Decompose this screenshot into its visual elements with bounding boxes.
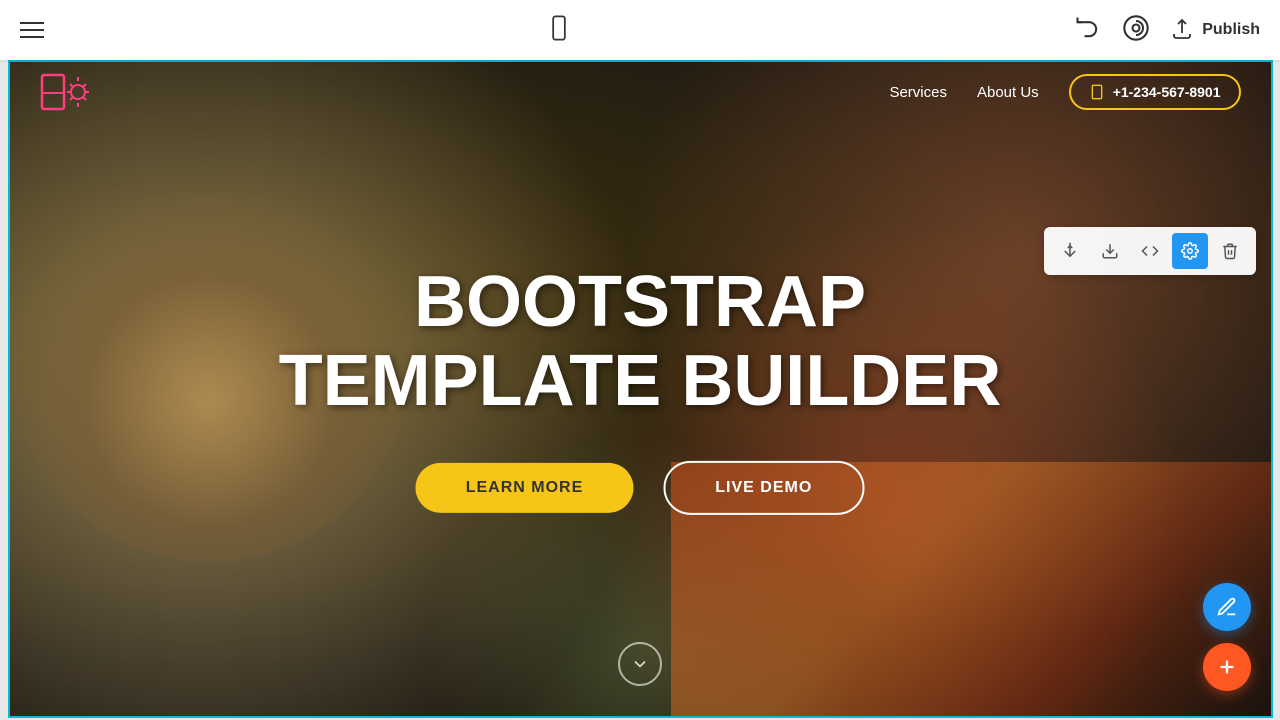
- fab-edit-button[interactable]: [1203, 583, 1251, 631]
- site-nav: Services About Us +1-234-567-8901: [10, 62, 1271, 122]
- hero-title-line2: TEMPLATE BUILDER: [279, 341, 1002, 421]
- canvas-area: Services About Us +1-234-567-8901 BOOTST…: [0, 60, 1280, 720]
- gear-icon: [1181, 242, 1199, 260]
- trash-icon: [1221, 242, 1239, 260]
- download-button[interactable]: [1092, 233, 1128, 269]
- hamburger-menu-button[interactable]: [20, 22, 44, 38]
- download-icon: [1101, 242, 1119, 260]
- toolbar-center: [545, 14, 573, 47]
- scroll-down-button[interactable]: [618, 642, 662, 686]
- code-button[interactable]: [1132, 233, 1168, 269]
- publish-label: Publish: [1202, 21, 1260, 39]
- code-icon: [1141, 242, 1159, 260]
- toolbar-left: [20, 22, 44, 38]
- live-demo-button[interactable]: LIVE DEMO: [663, 461, 864, 515]
- nav-services-link[interactable]: Services: [889, 84, 947, 101]
- sort-button[interactable]: [1052, 233, 1088, 269]
- preview-button[interactable]: [1122, 14, 1150, 47]
- fab-add-button[interactable]: [1203, 643, 1251, 691]
- settings-button[interactable]: [1172, 233, 1208, 269]
- phone-number: +1-234-567-8901: [1113, 84, 1221, 100]
- hero-title-line1: BOOTSTRAP: [414, 262, 866, 342]
- mobile-view-button[interactable]: [545, 14, 573, 47]
- website-frame: Services About Us +1-234-567-8901 BOOTST…: [8, 60, 1273, 718]
- delete-button[interactable]: [1212, 233, 1248, 269]
- sort-icon: [1061, 242, 1079, 260]
- hero-content: BOOTSTRAP TEMPLATE BUILDER LEARN MORE LI…: [10, 263, 1271, 515]
- section-toolbar: [1044, 227, 1256, 275]
- site-nav-links: Services About Us +1-234-567-8901: [889, 74, 1240, 110]
- site-logo[interactable]: [40, 71, 95, 113]
- chevron-down-icon: [630, 654, 650, 674]
- publish-button[interactable]: Publish: [1170, 18, 1260, 42]
- logo-icon: [40, 71, 95, 113]
- pencil-icon: [1216, 596, 1238, 618]
- nav-about-link[interactable]: About Us: [977, 84, 1039, 101]
- hero-buttons: LEARN MORE LIVE DEMO: [10, 461, 1271, 515]
- undo-button[interactable]: [1074, 14, 1102, 47]
- phone-icon: [1089, 84, 1105, 100]
- learn-more-button[interactable]: LEARN MORE: [416, 463, 634, 513]
- hero-title: BOOTSTRAP TEMPLATE BUILDER: [10, 263, 1271, 421]
- plus-icon: [1216, 656, 1238, 678]
- main-toolbar: Publish: [0, 0, 1280, 60]
- phone-button[interactable]: +1-234-567-8901: [1069, 74, 1241, 110]
- toolbar-right: Publish: [1074, 14, 1260, 47]
